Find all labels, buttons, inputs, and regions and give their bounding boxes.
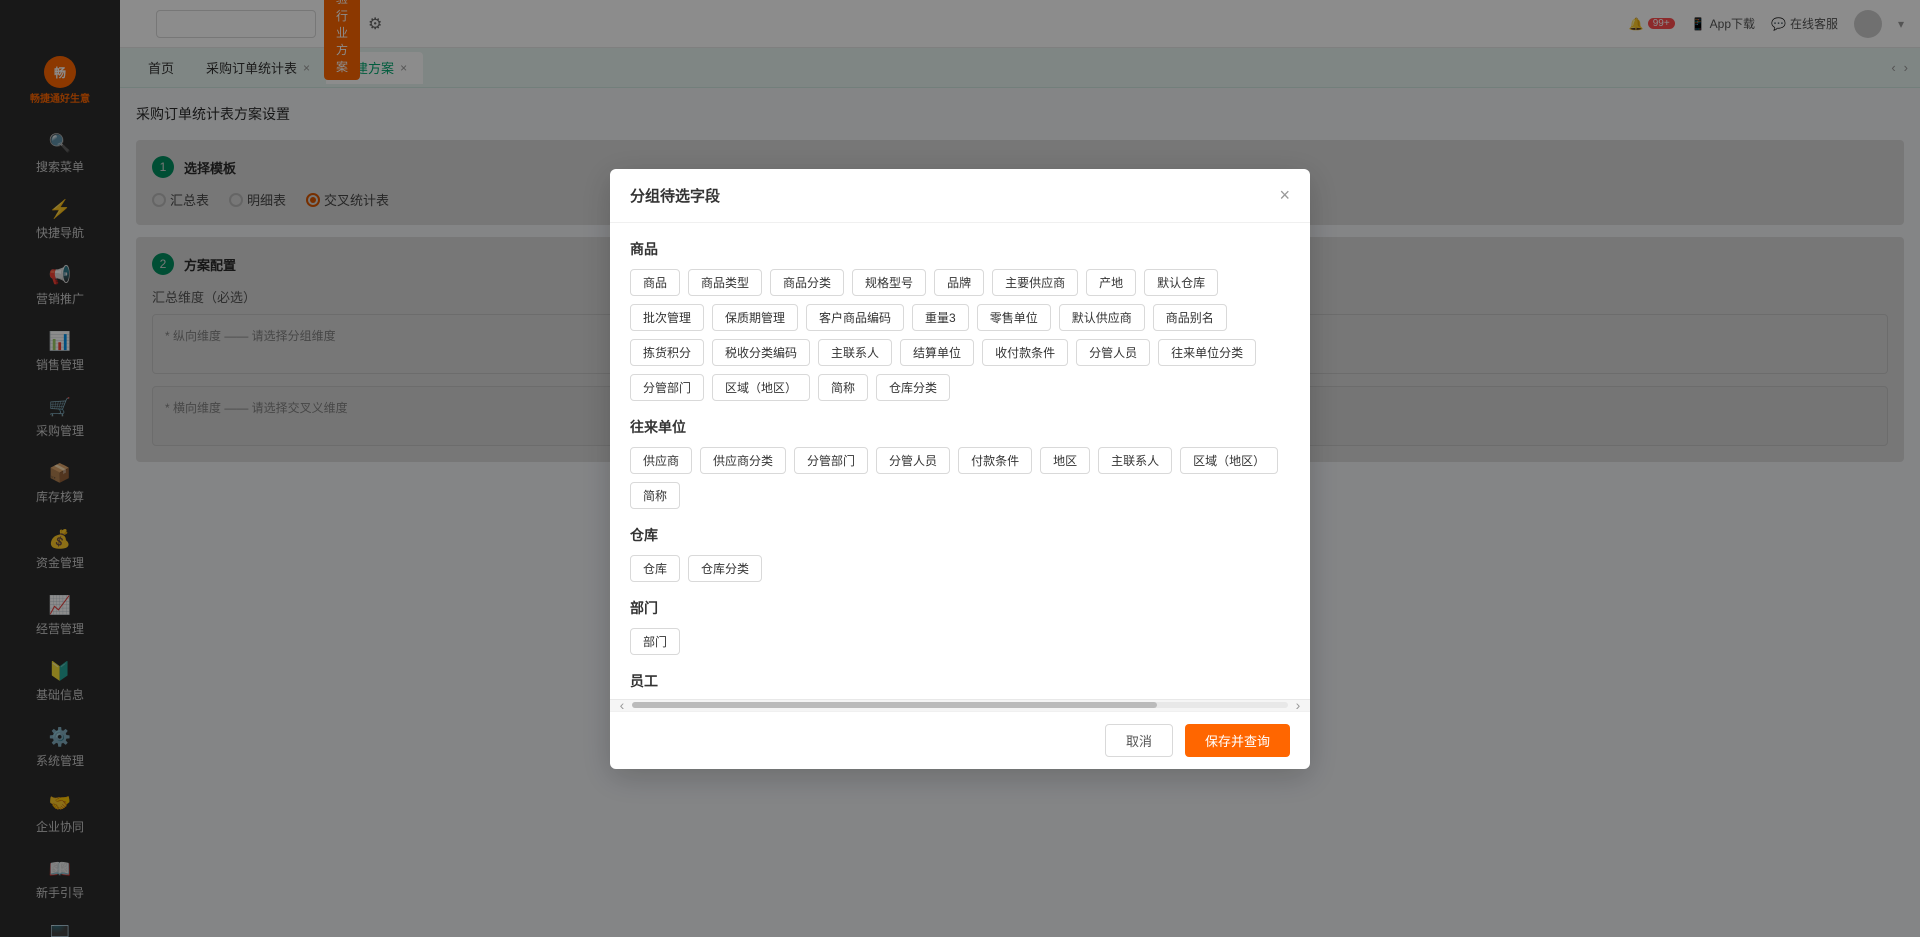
field-tag[interactable]: 分管部门: [794, 447, 868, 474]
field-tag[interactable]: 批次管理: [630, 304, 704, 331]
field-tag[interactable]: 拣货积分: [630, 339, 704, 366]
field-tag[interactable]: 仓库分类: [876, 374, 950, 401]
hscroll-track[interactable]: [632, 702, 1288, 708]
section-goods-fields: 商品 商品类型 商品分类 规格型号 品牌 主要供应商 产地 默认仓库 批次管理 …: [630, 269, 1290, 401]
field-tag[interactable]: 客户商品编码: [806, 304, 904, 331]
section-warehouse: 仓库 仓库 仓库分类: [630, 525, 1290, 582]
field-tag[interactable]: 商品类型: [688, 269, 762, 296]
modal-hscrollbar[interactable]: ‹ ›: [610, 699, 1310, 711]
field-tag[interactable]: 默认仓库: [1144, 269, 1218, 296]
field-tag[interactable]: 商品分类: [770, 269, 844, 296]
section-warehouse-fields: 仓库 仓库分类: [630, 555, 1290, 582]
field-tag[interactable]: 产地: [1086, 269, 1136, 296]
modal-close-btn[interactable]: ×: [1279, 185, 1290, 206]
section-staff: 员工 业务员: [630, 671, 1290, 699]
field-tag[interactable]: 收付款条件: [982, 339, 1068, 366]
field-tag[interactable]: 仓库: [630, 555, 680, 582]
section-warehouse-title: 仓库: [630, 525, 1290, 545]
field-tag[interactable]: 供应商: [630, 447, 692, 474]
field-tag[interactable]: 规格型号: [852, 269, 926, 296]
section-dept: 部门 部门: [630, 598, 1290, 655]
field-tag[interactable]: 供应商分类: [700, 447, 786, 474]
section-dept-fields: 部门: [630, 628, 1290, 655]
modal-header: 分组待选字段 ×: [610, 169, 1310, 223]
section-partner-fields: 供应商 供应商分类 分管部门 分管人员 付款条件 地区 主联系人 区域（地区） …: [630, 447, 1290, 509]
section-partner-title: 往来单位: [630, 417, 1290, 437]
field-tag[interactable]: 区域（地区）: [1180, 447, 1278, 474]
field-tag[interactable]: 付款条件: [958, 447, 1032, 474]
confirm-button[interactable]: 保存并查询: [1185, 724, 1290, 757]
field-tag[interactable]: 结算单位: [900, 339, 974, 366]
field-tag[interactable]: 区域（地区）: [712, 374, 810, 401]
field-tag[interactable]: 主要供应商: [992, 269, 1078, 296]
section-partner: 往来单位 供应商 供应商分类 分管部门 分管人员 付款条件 地区 主联系人 区域…: [630, 417, 1290, 509]
field-tag[interactable]: 仓库分类: [688, 555, 762, 582]
field-tag[interactable]: 品牌: [934, 269, 984, 296]
section-goods-title: 商品: [630, 239, 1290, 259]
field-tag[interactable]: 默认供应商: [1059, 304, 1145, 331]
field-tag[interactable]: 简称: [630, 482, 680, 509]
field-tag[interactable]: 分管部门: [630, 374, 704, 401]
field-tag[interactable]: 分管人员: [1076, 339, 1150, 366]
hscroll-thumb[interactable]: [632, 702, 1157, 708]
modal-title: 分组待选字段: [630, 185, 720, 206]
modal-overlay: 分组待选字段 × 商品 商品 商品类型 商品分类 规格型号 品牌 主要供应商 产…: [0, 0, 1920, 937]
field-tag[interactable]: 主联系人: [818, 339, 892, 366]
field-tag[interactable]: 零售单位: [977, 304, 1051, 331]
section-staff-title: 员工: [630, 671, 1290, 691]
cancel-button[interactable]: 取消: [1105, 724, 1173, 757]
field-tag[interactable]: 简称: [818, 374, 868, 401]
field-tag[interactable]: 商品: [630, 269, 680, 296]
field-tag[interactable]: 商品别名: [1153, 304, 1227, 331]
modal-body: 商品 商品 商品类型 商品分类 规格型号 品牌 主要供应商 产地 默认仓库 批次…: [610, 223, 1310, 699]
field-tag[interactable]: 保质期管理: [712, 304, 798, 331]
field-tag[interactable]: 往来单位分类: [1158, 339, 1256, 366]
field-tag[interactable]: 重量3: [912, 304, 969, 331]
field-tag[interactable]: 部门: [630, 628, 680, 655]
field-tag[interactable]: 地区: [1040, 447, 1090, 474]
modal-footer: 取消 保存并查询: [610, 711, 1310, 769]
field-tag[interactable]: 分管人员: [876, 447, 950, 474]
section-dept-title: 部门: [630, 598, 1290, 618]
field-tag[interactable]: 税收分类编码: [712, 339, 810, 366]
section-goods: 商品 商品 商品类型 商品分类 规格型号 品牌 主要供应商 产地 默认仓库 批次…: [630, 239, 1290, 401]
field-select-modal: 分组待选字段 × 商品 商品 商品类型 商品分类 规格型号 品牌 主要供应商 产…: [610, 169, 1310, 769]
field-tag[interactable]: 主联系人: [1098, 447, 1172, 474]
